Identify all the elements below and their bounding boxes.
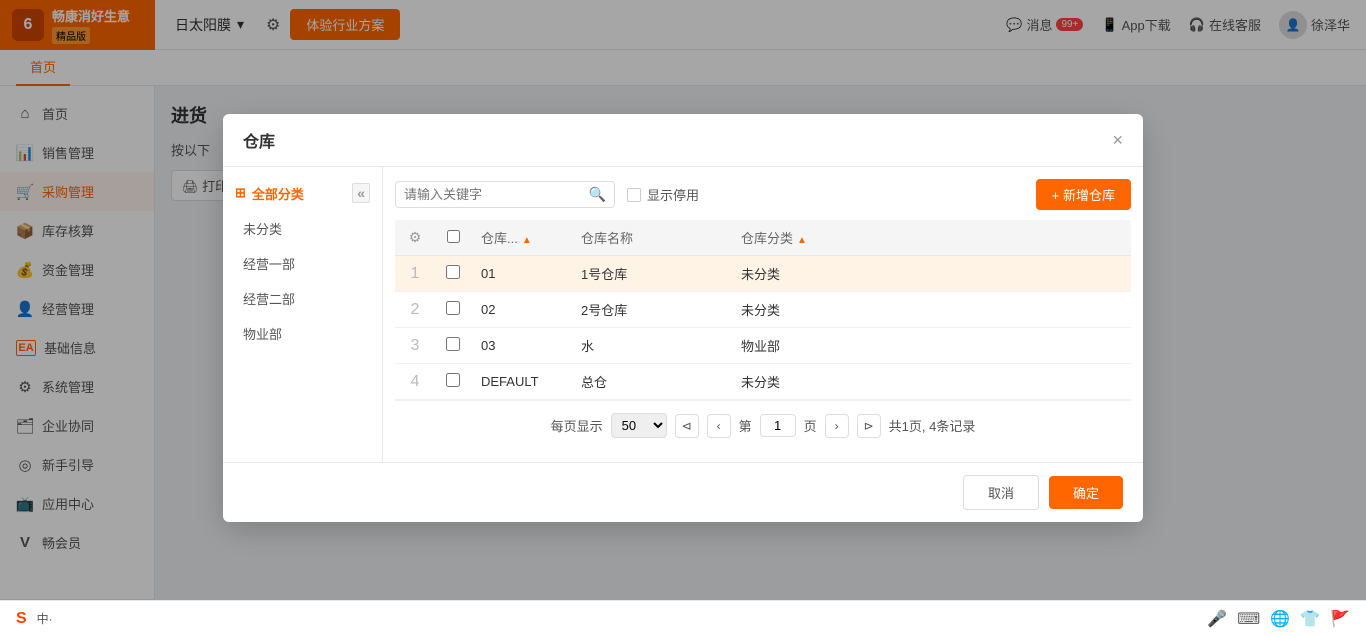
modal-backdrop: 仓库 × ⊞ 全部分类 « 未分类 经营一部 经营二部 物业部 [0,0,1366,636]
row-action[interactable]: 2 [395,292,435,328]
category-sidebar: ⊞ 全部分类 « 未分类 经营一部 经营二部 物业部 [223,167,383,462]
row-action[interactable]: 3 [395,328,435,364]
bottom-text: 中· [37,610,53,627]
per-page-label: 每页显示 [551,416,603,435]
table-area: 🔍 显示停用 + 新增仓库 ⚙ [383,167,1143,462]
category-item-property[interactable]: 物业部 [223,316,382,351]
show-disabled-toggle[interactable]: 显示停用 [627,185,699,204]
category-all-label: 全部分类 [252,184,304,203]
gear-header-icon: ⚙ [409,229,422,245]
search-input[interactable] [404,187,589,202]
confirm-btn[interactable]: 确定 [1049,476,1123,509]
row-code: 03 [471,328,571,364]
modal-close-btn[interactable]: × [1112,131,1123,149]
row-checkbox-cell [435,256,471,292]
page-info: 共1页, 4条记录 [889,416,976,435]
warehouse-modal: 仓库 × ⊞ 全部分类 « 未分类 经营一部 经营二部 物业部 [223,114,1143,522]
translate-icon[interactable]: 🌐 [1270,609,1290,629]
row-checkbox-cell [435,364,471,400]
category-item-ops1[interactable]: 经营一部 [223,246,382,281]
row-checkbox-cell [435,292,471,328]
bottom-icons: 🎤 ⌨ 🌐 👕 🚩 [1207,609,1350,629]
cancel-btn[interactable]: 取消 [963,475,1039,510]
col-category: 仓库分类▲ [731,220,1131,256]
col-checkbox [435,220,471,256]
select-all-checkbox[interactable] [447,230,460,243]
row-checkbox-cell [435,328,471,364]
table-toolbar: 🔍 显示停用 + 新增仓库 [395,179,1131,210]
row-select-checkbox[interactable] [446,373,460,387]
table-body: 1 01 1号仓库 未分类 2 02 2号仓库 未分类 3 03 水 物业部 4 [395,256,1131,400]
row-select-checkbox[interactable] [446,265,460,279]
shirt-icon[interactable]: 👕 [1300,609,1320,629]
row-name: 2号仓库 [571,292,731,328]
new-warehouse-btn[interactable]: + 新增仓库 [1036,179,1131,210]
row-code: 02 [471,292,571,328]
row-code: DEFAULT [471,364,571,400]
table-wrapper: ⚙ 仓库...▲ 仓库名称 仓库分类▲ [395,220,1131,400]
modal-title: 仓库 [243,128,275,152]
table-row[interactable]: 2 02 2号仓库 未分类 [395,292,1131,328]
code-sort-icon: ▲ [522,235,532,246]
col-name: 仓库名称 [571,220,731,256]
per-page-select[interactable]: 50 20 100 [611,413,667,438]
row-category: 未分类 [731,256,1131,292]
keyboard-icon[interactable]: ⌨ [1237,609,1260,629]
pagination: 每页显示 50 20 100 ⊲ ‹ 第 页 › ⊳ 共1页, 4条记录 [395,400,1131,450]
modal-header: 仓库 × [223,114,1143,167]
collapse-icon[interactable]: « [352,183,370,203]
row-name: 水 [571,328,731,364]
page-next-btn[interactable]: › [825,414,849,438]
row-name: 总仓 [571,364,731,400]
category-grid-icon: ⊞ [235,185,246,201]
page-prev-btn[interactable]: ‹ [707,414,731,438]
search-icon[interactable]: 🔍 [589,186,606,203]
show-disabled-label: 显示停用 [647,185,699,204]
bottom-bar: S 中· 🎤 ⌨ 🌐 👕 🚩 [0,600,1366,636]
category-item-ops2[interactable]: 经营二部 [223,281,382,316]
cat-sort-icon: ▲ [797,235,807,246]
search-box: 🔍 [395,181,615,208]
row-select-checkbox[interactable] [446,337,460,351]
row-select-checkbox[interactable] [446,301,460,315]
row-action[interactable]: 4 [395,364,435,400]
page-number-input[interactable] [760,414,796,437]
row-category: 未分类 [731,364,1131,400]
row-code: 01 [471,256,571,292]
mic-icon[interactable]: 🎤 [1207,609,1227,629]
modal-body: ⊞ 全部分类 « 未分类 经营一部 经营二部 物业部 🔍 [223,167,1143,462]
row-action[interactable]: 1 [395,256,435,292]
row-name: 1号仓库 [571,256,731,292]
flag-icon[interactable]: 🚩 [1330,609,1350,629]
row-category: 未分类 [731,292,1131,328]
col-gear: ⚙ [395,220,435,256]
table-toolbar-left: 🔍 显示停用 [395,181,699,208]
row-category: 物业部 [731,328,1131,364]
page-label: 第 [739,416,752,435]
modal-footer: 取消 确定 [223,462,1143,522]
table-row[interactable]: 1 01 1号仓库 未分类 [395,256,1131,292]
bottom-logo: S [16,610,27,628]
warehouse-table: ⚙ 仓库...▲ 仓库名称 仓库分类▲ [395,220,1131,400]
page-unit: 页 [804,416,817,435]
page-last-btn[interactable]: ⊳ [857,414,881,438]
show-disabled-checkbox[interactable] [627,188,641,202]
table-row[interactable]: 4 DEFAULT 总仓 未分类 [395,364,1131,400]
category-all-header[interactable]: ⊞ 全部分类 « [223,175,382,211]
col-code: 仓库...▲ [471,220,571,256]
table-row[interactable]: 3 03 水 物业部 [395,328,1131,364]
page-first-btn[interactable]: ⊲ [675,414,699,438]
table-header-row: ⚙ 仓库...▲ 仓库名称 仓库分类▲ [395,220,1131,256]
category-item-unclassified[interactable]: 未分类 [223,211,382,246]
